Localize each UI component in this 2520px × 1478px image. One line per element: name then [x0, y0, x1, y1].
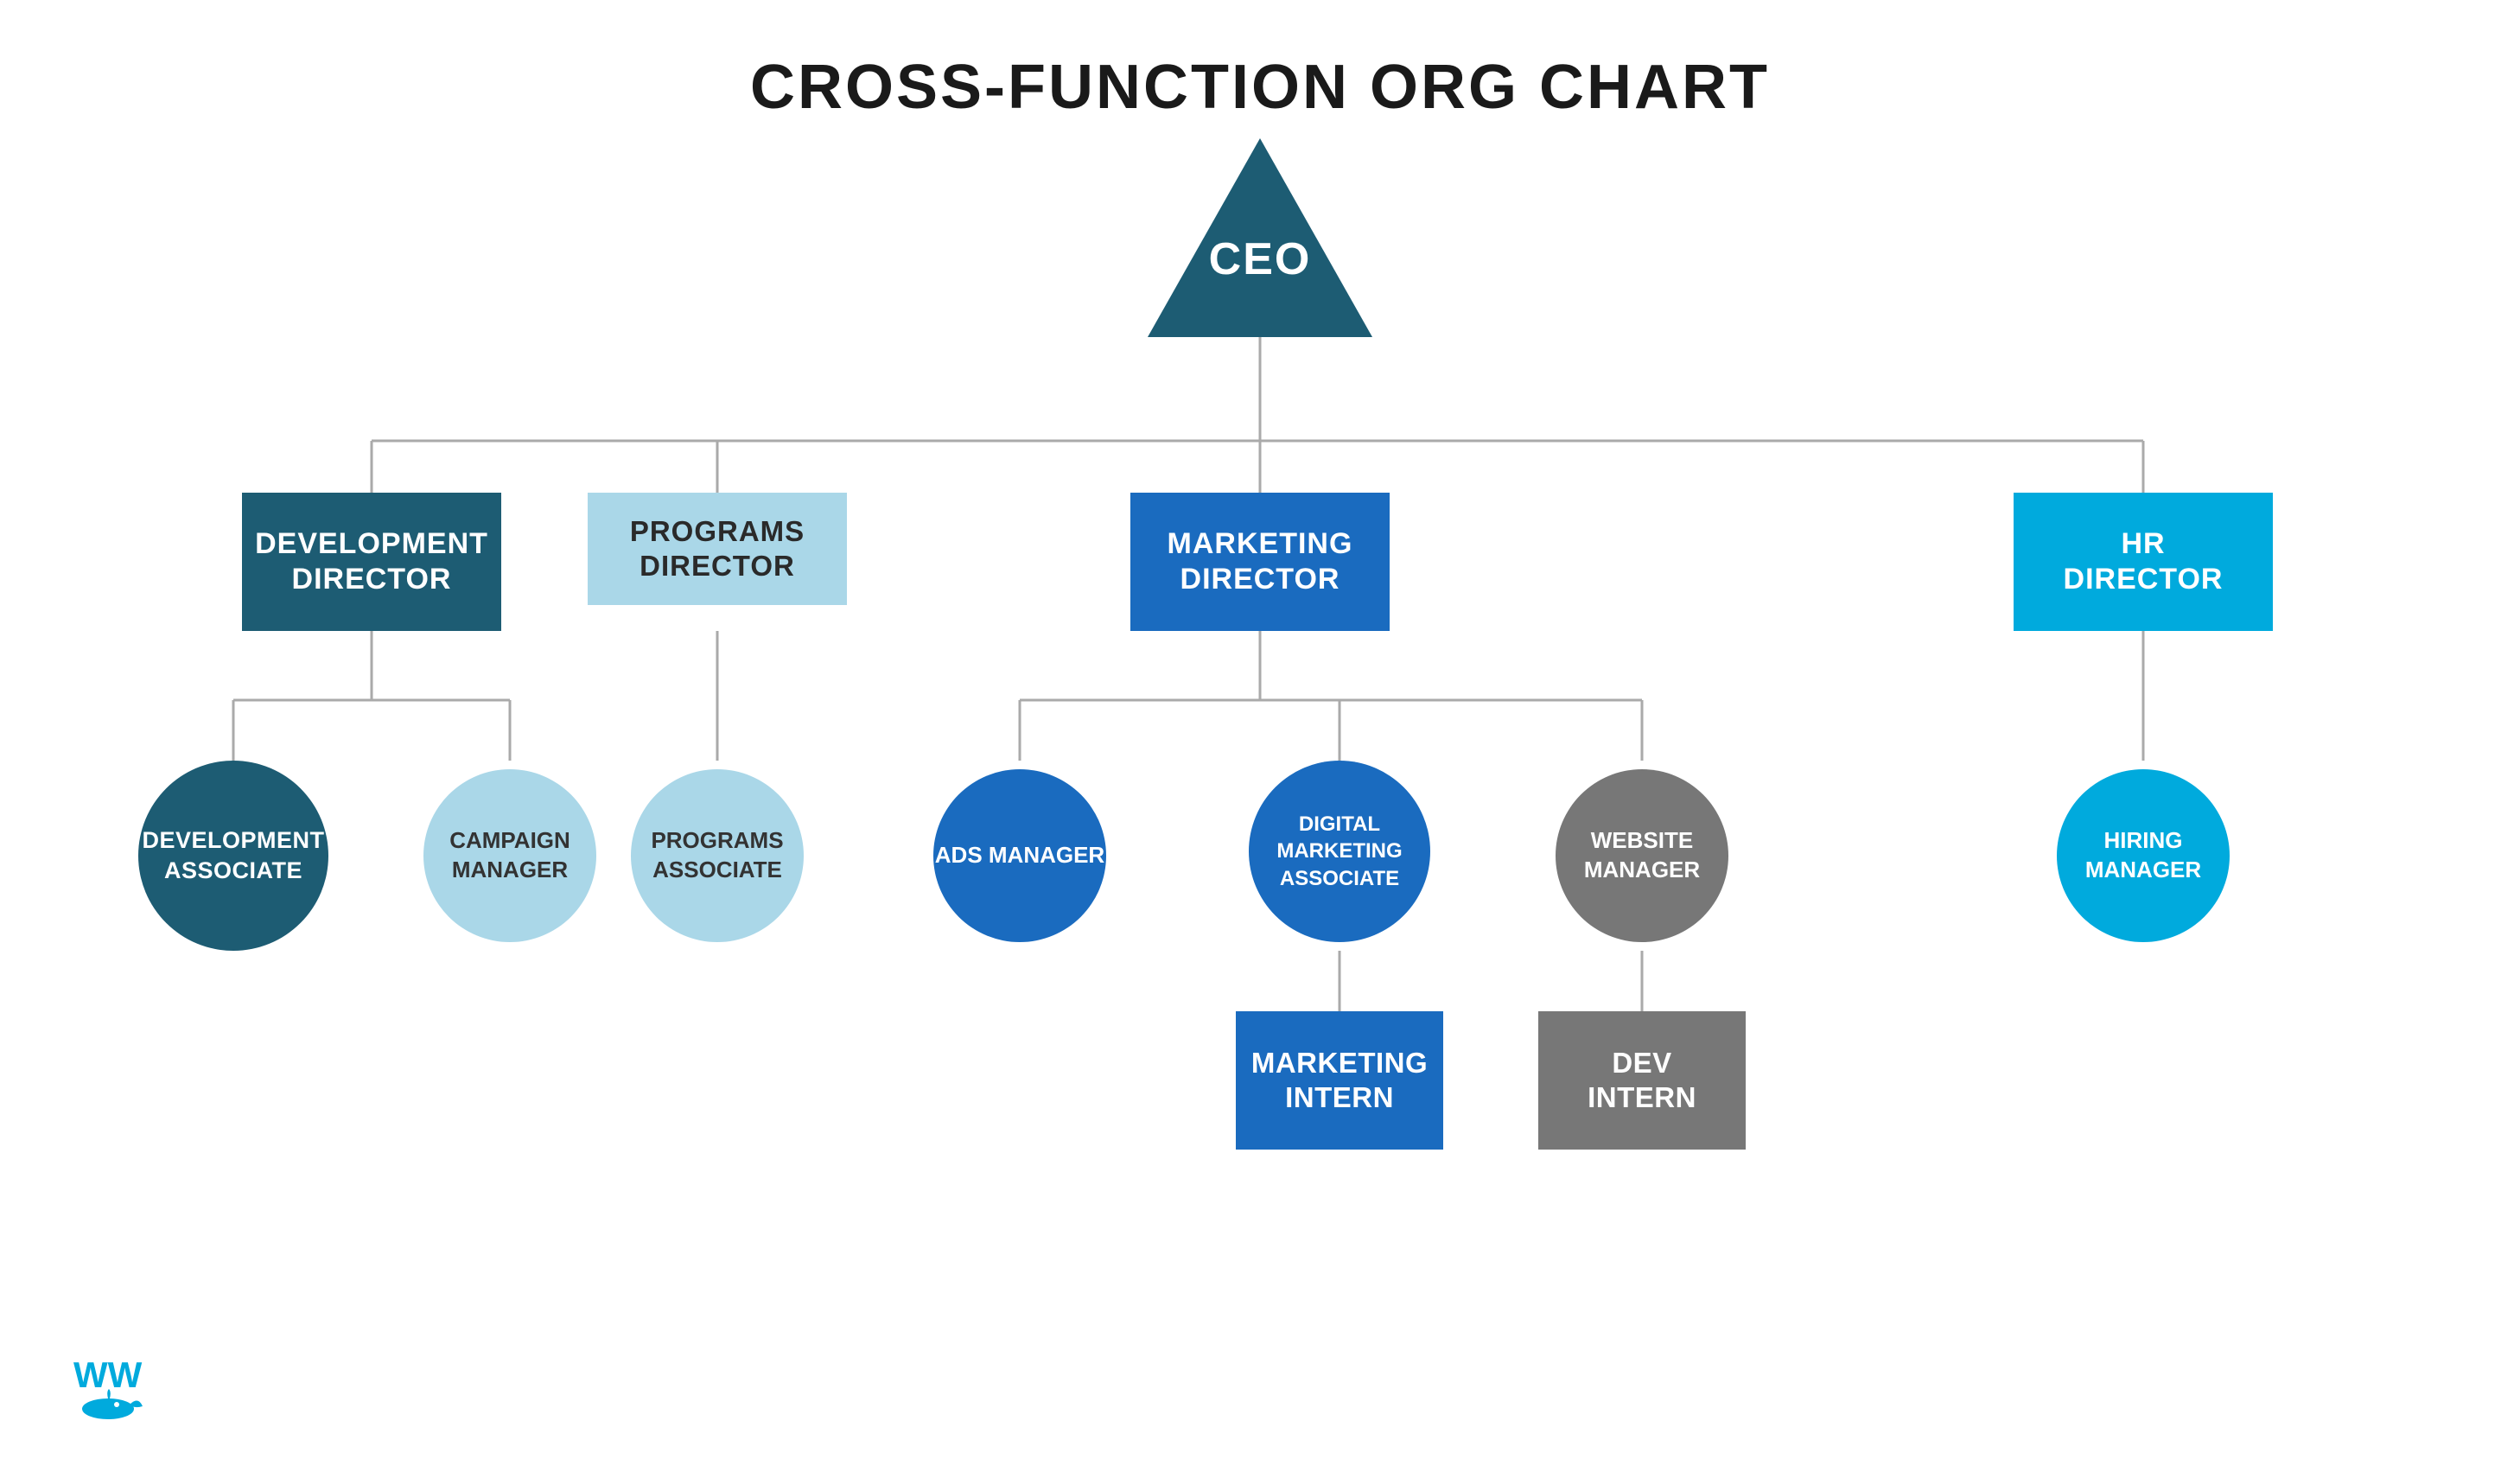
associate-hiring: HIRINGMANAGER	[2057, 769, 2230, 942]
page-title: CROSS-FUNCTION ORG CHART	[0, 0, 2520, 123]
associate-development: DEVELOPMENTASSOCIATE	[138, 761, 328, 951]
associate-campaign: CAMPAIGNMANAGER	[423, 769, 596, 942]
director-hr: HRDIRECTOR	[2014, 493, 2273, 631]
intern-marketing-label: MARKETINGINTERN	[1251, 1046, 1428, 1114]
intern-marketing: MARKETINGINTERN	[1236, 1011, 1443, 1150]
logo: WW	[69, 1353, 173, 1426]
associate-hiring-label: HIRINGMANAGER	[2085, 826, 2201, 885]
associate-digital-marketing: DIGITALMARKETINGASSOCIATE	[1249, 761, 1430, 942]
ceo-label: CEO	[1209, 233, 1312, 285]
director-marketing-label: MARKETINGDIRECTOR	[1168, 526, 1353, 597]
ceo-node: CEO	[1148, 138, 1372, 337]
associate-ads: ADS MANAGER	[933, 769, 1106, 942]
director-programs: PROGRAMSDIRECTOR	[588, 493, 847, 605]
director-development-label: DEVELOPMENTDIRECTOR	[255, 526, 488, 597]
associate-website-label: WEBSITEMANAGER	[1584, 826, 1700, 885]
associate-ads-label: ADS MANAGER	[935, 841, 1104, 870]
associate-digital-marketing-label: DIGITALMARKETINGASSOCIATE	[1276, 811, 1402, 892]
intern-dev-label: DEVINTERN	[1588, 1046, 1696, 1114]
intern-dev: DEVINTERN	[1538, 1011, 1746, 1150]
associate-website: WEBSITEMANAGER	[1556, 769, 1728, 942]
director-hr-label: HRDIRECTOR	[2064, 526, 2224, 597]
associate-campaign-label: CAMPAIGNMANAGER	[449, 826, 570, 885]
associate-programs: PROGRAMSASSOCIATE	[631, 769, 804, 942]
associate-programs-label: PROGRAMSASSOCIATE	[651, 826, 783, 885]
associate-development-label: DEVELOPMENTASSOCIATE	[142, 825, 324, 886]
director-development: DEVELOPMENTDIRECTOR	[242, 493, 501, 631]
director-marketing: MARKETINGDIRECTOR	[1130, 493, 1390, 631]
director-programs-label: PROGRAMSDIRECTOR	[630, 514, 805, 583]
svg-text:WW: WW	[73, 1354, 143, 1395]
